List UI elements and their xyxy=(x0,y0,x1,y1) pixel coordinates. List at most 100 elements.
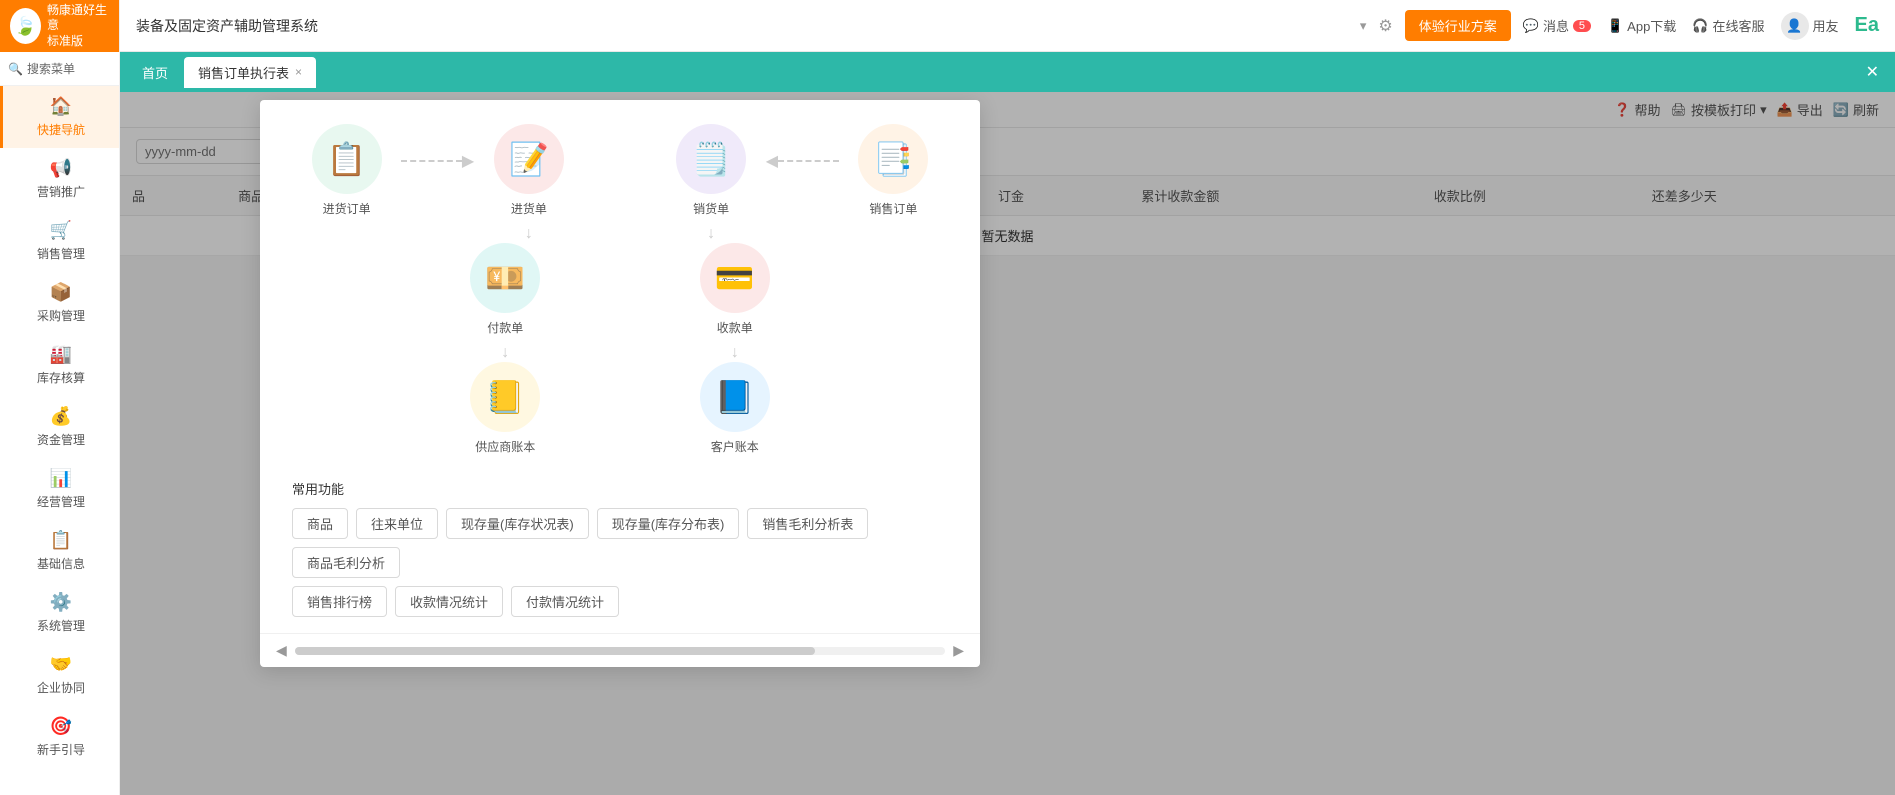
search-menu[interactable]: 🔍 搜索菜单 xyxy=(0,52,119,86)
avatar: 👤 xyxy=(1781,12,1809,40)
sidebar-item-system[interactable]: ⚙️ 系统管理 xyxy=(0,582,119,644)
app-download-action[interactable]: 📱 App下载 xyxy=(1607,16,1676,35)
arrows-down-row: ↓ ↓ xyxy=(292,225,948,243)
payment-label: 付款单 xyxy=(487,319,523,336)
customer-ledger-circle: 📘 xyxy=(700,362,770,432)
modal-overlay: 📋 进货订单 ▶ 📝 xyxy=(120,92,1895,795)
message-action[interactable]: 💬 消息 5 xyxy=(1523,16,1591,35)
message-badge: 5 xyxy=(1573,20,1591,32)
tab-home[interactable]: 首页 xyxy=(128,57,182,88)
tab-close-icon[interactable]: × xyxy=(295,65,302,79)
scroll-right-btn[interactable]: ▶ xyxy=(953,642,964,659)
flow-diagram: 📋 进货订单 ▶ 📝 xyxy=(292,124,948,463)
purchase-order-label: 进货订单 xyxy=(323,200,371,217)
inventory-icon: 🏭 xyxy=(50,344,72,365)
sidebar-item-inventory[interactable]: 🏭 库存核算 xyxy=(0,334,119,396)
arrow-sales-order-to-invoice: ◀ xyxy=(766,151,839,171)
ea-text: Ea xyxy=(1855,14,1879,37)
func-btn-payment-stats[interactable]: 付款情况统计 xyxy=(511,586,619,617)
system-title: 装备及固定资产辅助管理系统 xyxy=(136,16,1348,36)
arrows-down-row2: ↓ ↓ xyxy=(292,344,948,362)
sales-icon: 🛒 xyxy=(50,220,72,241)
receipt-circle: 💳 xyxy=(700,243,770,313)
arrow-down-receipt: ↓ xyxy=(474,225,583,243)
tab-sales-order[interactable]: 销售订单执行表 × xyxy=(184,57,316,88)
func-btn-receipt-stats[interactable]: 收款情况统计 xyxy=(395,586,503,617)
sidebar-logo: 🍃 畅康通好生意 标准版 xyxy=(0,0,119,52)
func-btn-stock-status[interactable]: 现存量(库存状况表) xyxy=(446,508,589,539)
page-content: ❓ 帮助 🖨 按模板打印 ▾ 📤 导出 🔄 刷新 xyxy=(120,92,1895,795)
arrow-down-invoice: ↓ xyxy=(656,225,765,243)
topbar: 装备及固定资产辅助管理系统 ▾ ⚙ 体验行业方案 💬 消息 5 📱 App下载 … xyxy=(120,0,1895,52)
sidebar-item-enterprise[interactable]: 🤝 企业协同 xyxy=(0,644,119,706)
scrollbar-track[interactable] xyxy=(295,647,945,655)
arrow-down-payment: ↓ xyxy=(456,344,554,362)
receipt-label: 收款单 xyxy=(717,319,753,336)
settings-icon[interactable]: ⚙ xyxy=(1378,16,1392,36)
flow-row-1: 📋 进货订单 ▶ 📝 xyxy=(292,124,948,217)
newbie-icon: 🎯 xyxy=(50,716,72,737)
sidebar-item-marketing[interactable]: 📢 营销推广 xyxy=(0,148,119,210)
supplier-ledger-circle: 📒 xyxy=(470,362,540,432)
sales-order-circle: 📑 xyxy=(858,124,928,194)
quick-nav-modal: 📋 进货订单 ▶ 📝 xyxy=(260,100,980,667)
sidebar-item-business[interactable]: 📊 经营管理 xyxy=(0,458,119,520)
func-btn-sales-ranking[interactable]: 销售排行榜 xyxy=(292,586,387,617)
sales-invoice-label: 销货单 xyxy=(693,200,729,217)
sales-order-label: 销售订单 xyxy=(869,200,917,217)
sidebar-item-newbie[interactable]: 🎯 新手引导 xyxy=(0,706,119,768)
logo-icon: 🍃 xyxy=(10,8,41,44)
arrow-purchase-order-to-receipt: ▶ xyxy=(401,151,474,171)
purchase-order-circle: 📋 xyxy=(312,124,382,194)
customer-ledger-label: 客户账本 xyxy=(711,438,759,455)
modal-scrollbar: ◀ ▶ xyxy=(260,633,980,667)
system-icon: ⚙️ xyxy=(50,592,72,613)
flow-node-payment[interactable]: 💴 付款单 xyxy=(456,243,554,336)
topbar-actions: 💬 消息 5 📱 App下载 🎧 在线客服 👤 用友 Ea xyxy=(1523,12,1879,40)
tab-bar-close-btn[interactable]: ✕ xyxy=(1858,58,1887,86)
main-area: 装备及固定资产辅助管理系统 ▾ ⚙ 体验行业方案 💬 消息 5 📱 App下载 … xyxy=(120,0,1895,795)
flow-node-sales-order[interactable]: 📑 销售订单 xyxy=(839,124,948,217)
logo-text: 畅康通好生意 标准版 xyxy=(47,3,109,50)
sidebar-item-basic[interactable]: 📋 基础信息 xyxy=(0,520,119,582)
flow-node-supplier-ledger[interactable]: 📒 供应商账本 xyxy=(456,362,554,455)
flow-node-purchase-receipt[interactable]: 📝 进货单 xyxy=(474,124,583,217)
experience-btn[interactable]: 体验行业方案 xyxy=(1405,10,1511,41)
sidebar-item-sales[interactable]: 🛒 销售管理 xyxy=(0,210,119,272)
purchase-icon: 📦 xyxy=(50,282,72,303)
sidebar-nav: 🏠 快捷导航 📢 营销推广 🛒 销售管理 📦 采购管理 🏭 库存核算 💰 xyxy=(0,86,119,795)
enterprise-icon: 🤝 xyxy=(50,654,72,675)
common-functions: 常用功能 商品 往来单位 现存量(库存状况表) 现存量(库存分布表) 销售毛利分… xyxy=(292,479,948,617)
home-icon: 🏠 xyxy=(50,96,72,117)
flow-node-customer-ledger[interactable]: 📘 客户账本 xyxy=(686,362,784,455)
business-icon: 📊 xyxy=(50,468,72,489)
flow-node-sales-invoice[interactable]: 🗒️ 销货单 xyxy=(656,124,765,217)
func-btn-product[interactable]: 商品 xyxy=(292,508,348,539)
flow-row-2: 💴 付款单 💳 收款单 xyxy=(292,243,948,336)
function-btns-row2: 销售排行榜 收款情况统计 付款情况统计 xyxy=(292,586,948,617)
online-service-action[interactable]: 🎧 在线客服 xyxy=(1692,16,1764,35)
arrow-down-receipt2: ↓ xyxy=(686,344,784,362)
func-btn-unit[interactable]: 往来单位 xyxy=(356,508,438,539)
sidebar-item-quick-nav[interactable]: 🏠 快捷导航 xyxy=(0,86,119,148)
tab-bar: 首页 销售订单执行表 × ✕ xyxy=(120,52,1895,92)
scroll-left-btn[interactable]: ◀ xyxy=(276,642,287,659)
marketing-icon: 📢 xyxy=(50,158,72,179)
sidebar-item-purchase[interactable]: 📦 采购管理 xyxy=(0,272,119,334)
func-btn-stock-dist[interactable]: 现存量(库存分布表) xyxy=(597,508,740,539)
user-action[interactable]: 👤 用友 xyxy=(1781,12,1839,40)
func-btn-sales-margin[interactable]: 销售毛利分析表 xyxy=(747,508,868,539)
message-icon: 💬 xyxy=(1523,18,1539,34)
flow-node-purchase-order[interactable]: 📋 进货订单 xyxy=(292,124,401,217)
flow-row-3: 📒 供应商账本 📘 客户账本 xyxy=(292,362,948,455)
purchase-receipt-label: 进货单 xyxy=(511,200,547,217)
sidebar-item-finance[interactable]: 💰 资金管理 xyxy=(0,396,119,458)
basic-icon: 📋 xyxy=(50,530,72,551)
modal-content: 📋 进货订单 ▶ 📝 xyxy=(260,100,980,633)
function-btns-row1: 商品 往来单位 现存量(库存状况表) 现存量(库存分布表) 销售毛利分析表 商品… xyxy=(292,508,948,578)
func-btn-product-margin[interactable]: 商品毛利分析 xyxy=(292,547,400,578)
flow-node-receipt[interactable]: 💳 收款单 xyxy=(686,243,784,336)
service-icon: 🎧 xyxy=(1692,18,1708,34)
dropdown-icon[interactable]: ▾ xyxy=(1360,18,1367,34)
scrollbar-thumb xyxy=(295,647,815,655)
